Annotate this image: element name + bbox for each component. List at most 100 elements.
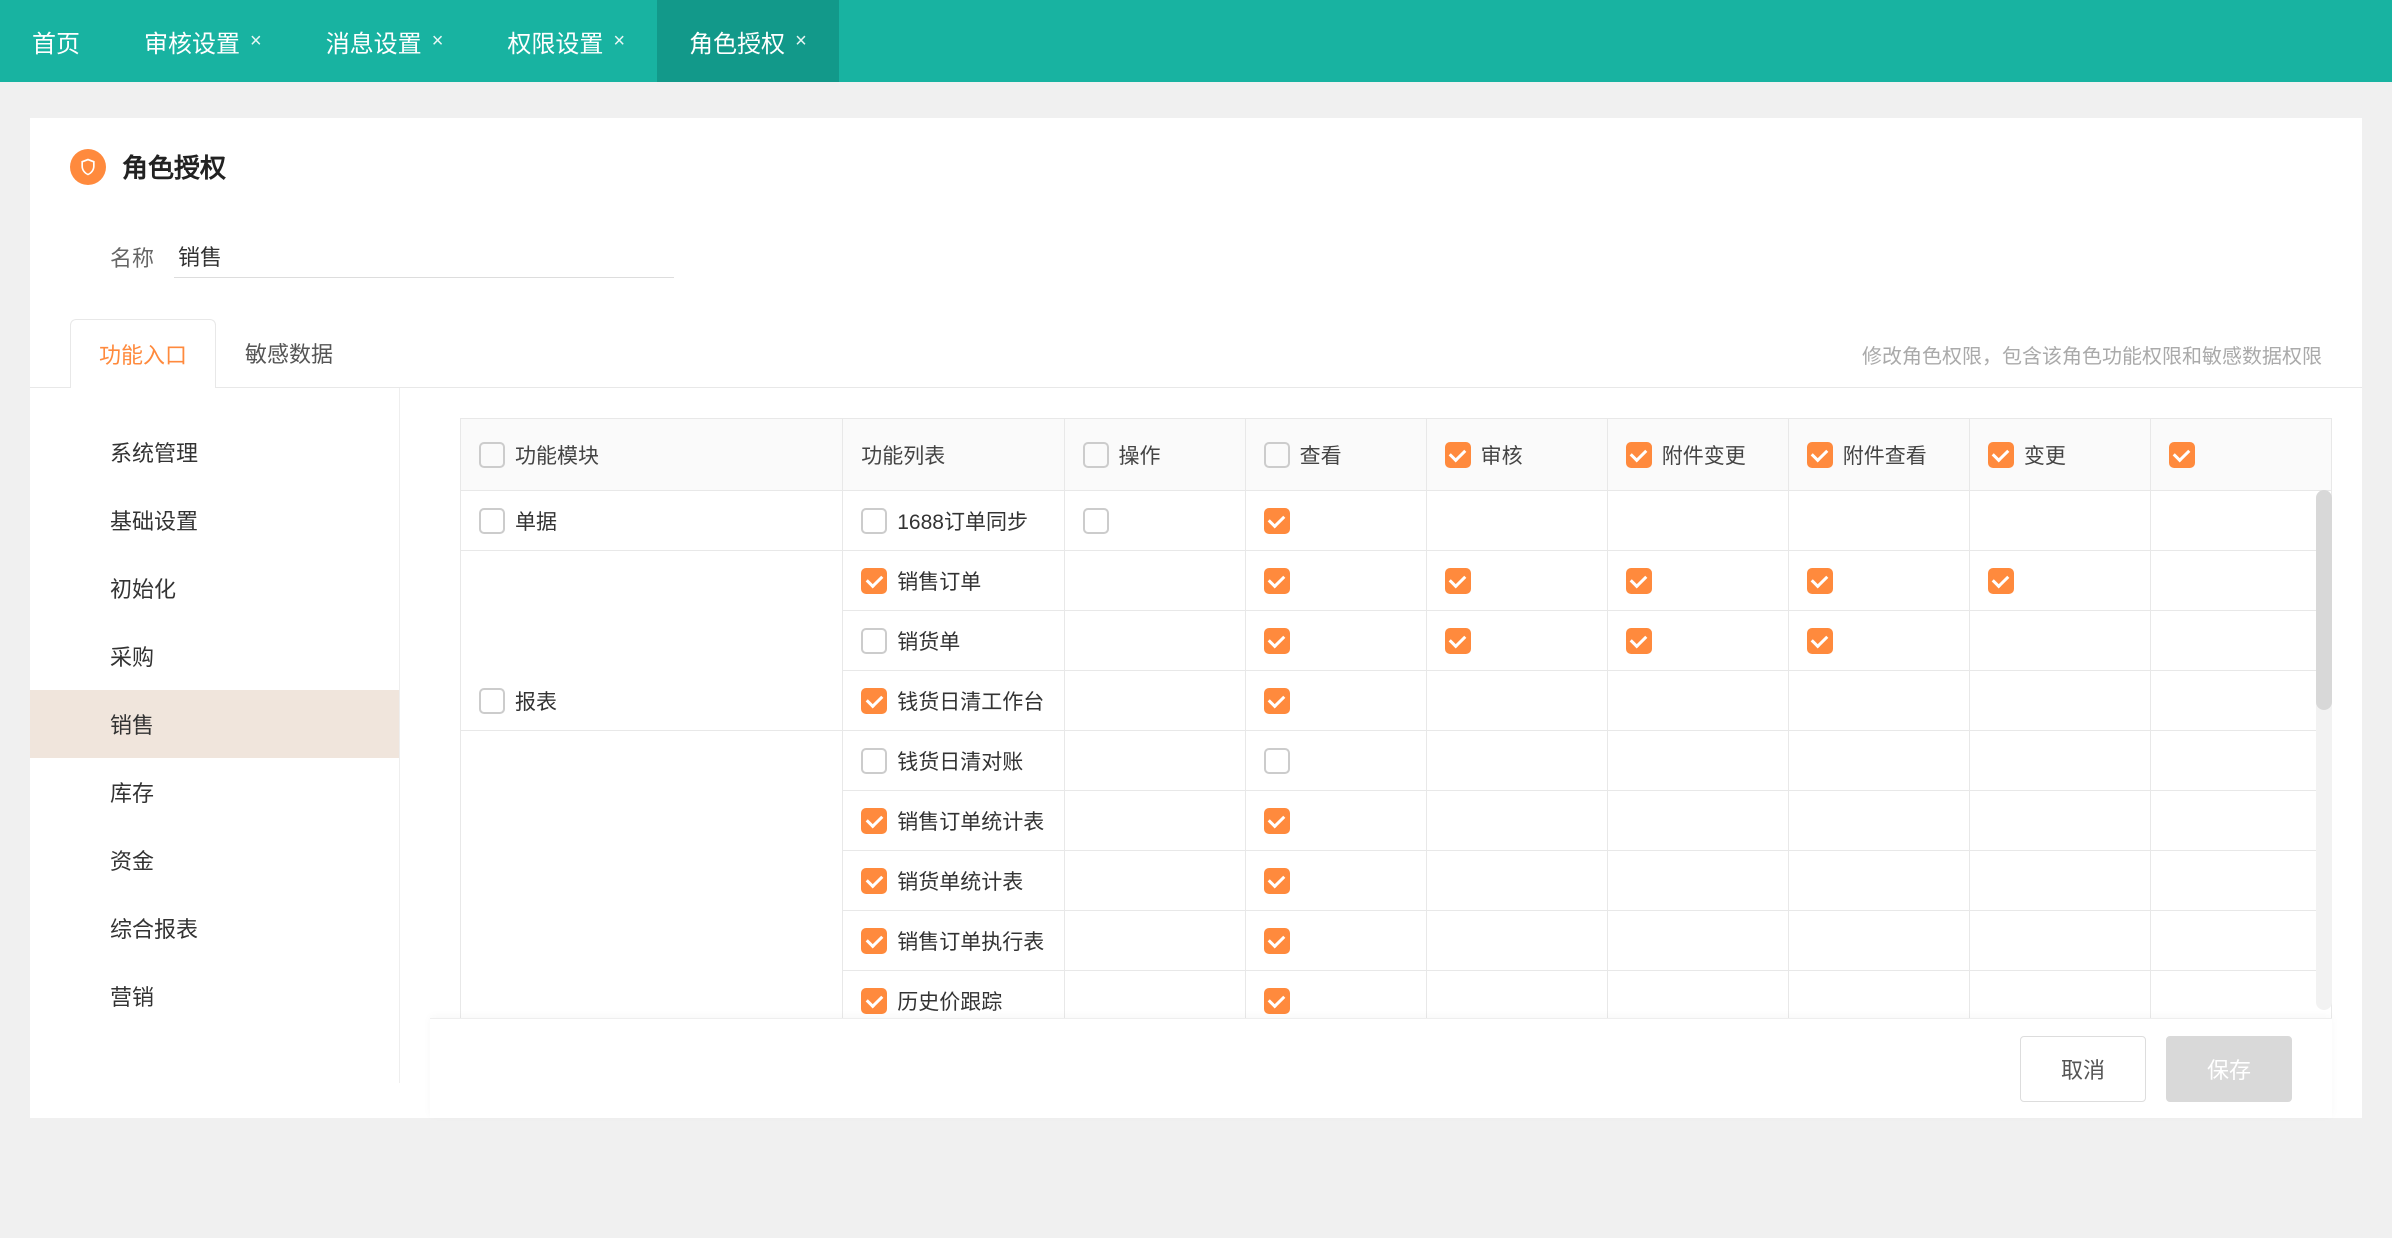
function-label: 钱货日清工作台 (897, 686, 1044, 716)
checkbox[interactable] (861, 688, 887, 714)
hint-text: 修改角色权限，包含该角色功能权限和敏感数据权限 (1862, 340, 2322, 387)
checkbox[interactable] (1264, 988, 1290, 1014)
checkbox[interactable] (1083, 508, 1109, 534)
checkbox[interactable] (1807, 628, 1833, 654)
table-row: 销售订单 (461, 551, 2332, 611)
close-icon[interactable]: × (613, 30, 625, 53)
checkbox[interactable] (861, 748, 887, 774)
top-nav: 首页审核设置×消息设置×权限设置×角色授权× (0, 0, 2392, 82)
sidebar-item[interactable]: 库存 (30, 758, 399, 826)
page-title-row: 角色授权 (30, 148, 2362, 215)
group-label: 报表 (515, 686, 557, 716)
column-label: 附件查看 (1843, 440, 1927, 470)
table-header: 功能列表 (843, 419, 1064, 491)
checkbox[interactable] (1264, 508, 1290, 534)
checkbox[interactable] (1445, 628, 1471, 654)
name-field-row: 名称 (30, 215, 2362, 318)
checkbox[interactable] (1264, 748, 1290, 774)
close-icon[interactable]: × (432, 30, 444, 53)
checkbox[interactable] (1264, 928, 1290, 954)
permission-table: 功能模块 功能列表 操作 查看 审核 附件变更 附件查看 变更 单据1688订单同步销售订单销… (460, 418, 2332, 1053)
table-header: 附件变更 (1607, 419, 1788, 491)
sidebar-item[interactable]: 系统管理 (30, 418, 399, 486)
checkbox[interactable] (1988, 568, 2014, 594)
table-header: 变更 (1969, 419, 2150, 491)
table-header: 审核 (1426, 419, 1607, 491)
checkbox[interactable] (861, 868, 887, 894)
checkbox[interactable] (861, 628, 887, 654)
function-label: 销货单 (897, 626, 960, 656)
checkbox[interactable] (1083, 442, 1109, 468)
module-sidebar: 系统管理基础设置初始化采购销售库存资金综合报表营销 (30, 388, 400, 1083)
checkbox[interactable] (479, 688, 505, 714)
checkbox[interactable] (1445, 568, 1471, 594)
table-row: 单据1688订单同步 (461, 491, 2332, 551)
table-header: 操作 (1064, 419, 1245, 491)
vertical-scrollbar[interactable] (2316, 490, 2332, 1010)
checkbox[interactable] (1445, 442, 1471, 468)
checkbox[interactable] (1264, 568, 1290, 594)
checkbox[interactable] (1264, 442, 1290, 468)
table-row: 销货单统计表 (461, 851, 2332, 911)
name-input[interactable] (174, 235, 674, 278)
checkbox[interactable] (861, 508, 887, 534)
checkbox[interactable] (1264, 688, 1290, 714)
checkbox[interactable] (861, 928, 887, 954)
function-label: 销售订单执行表 (897, 926, 1044, 956)
column-label: 功能列表 (861, 440, 945, 470)
table-row: 销售订单统计表 (461, 791, 2332, 851)
table-header: 附件查看 (1788, 419, 1969, 491)
group-label: 单据 (515, 506, 557, 536)
checkbox[interactable] (1626, 568, 1652, 594)
checkbox[interactable] (479, 508, 505, 534)
close-icon[interactable]: × (250, 30, 262, 53)
subtab-row: 功能入口敏感数据 修改角色权限，包含该角色功能权限和敏感数据权限 (30, 318, 2362, 388)
sidebar-item[interactable]: 销售 (30, 690, 399, 758)
sidebar-item[interactable]: 营销 (30, 962, 399, 1030)
save-button[interactable]: 保存 (2166, 1036, 2292, 1102)
nav-tab[interactable]: 消息设置× (294, 0, 476, 82)
close-icon[interactable]: × (795, 30, 807, 53)
tab-label: 权限设置 (507, 24, 603, 59)
checkbox[interactable] (1988, 442, 2014, 468)
tab-label: 首页 (32, 24, 80, 59)
checkbox[interactable] (861, 988, 887, 1014)
checkbox[interactable] (1807, 568, 1833, 594)
checkbox[interactable] (861, 568, 887, 594)
sidebar-item[interactable]: 采购 (30, 622, 399, 690)
name-label: 名称 (110, 241, 154, 273)
column-label: 审核 (1481, 440, 1523, 470)
checkbox[interactable] (1626, 442, 1652, 468)
checkbox[interactable] (2169, 442, 2195, 468)
nav-tab[interactable]: 权限设置 × (475, 0, 657, 82)
nav-tab[interactable]: 审核设置 × (112, 0, 294, 82)
tab-label: 角色授权 (689, 24, 785, 59)
checkbox[interactable] (1264, 808, 1290, 834)
function-label: 历史价跟踪 (897, 986, 1002, 1016)
sidebar-item[interactable]: 基础设置 (30, 486, 399, 554)
nav-tab[interactable]: 首页 (0, 0, 112, 82)
subtab[interactable]: 敏感数据 (216, 318, 362, 387)
sidebar-item[interactable]: 初始化 (30, 554, 399, 622)
function-label: 钱货日清对账 (897, 746, 1023, 776)
checkbox[interactable] (1264, 628, 1290, 654)
checkbox[interactable] (861, 808, 887, 834)
sidebar-item[interactable]: 综合报表 (30, 894, 399, 962)
table-header: 查看 (1245, 419, 1426, 491)
tab-label: 审核设置 (144, 24, 240, 59)
checkbox[interactable] (479, 442, 505, 468)
column-label: 查看 (1300, 440, 1342, 470)
sidebar-item[interactable]: 资金 (30, 826, 399, 894)
content-area: 系统管理基础设置初始化采购销售库存资金综合报表营销 功能模块 功能列表 操作 查看 审核… (30, 388, 2362, 1083)
permission-table-wrap: 功能模块 功能列表 操作 查看 审核 附件变更 附件查看 变更 单据1688订单同步销售订单销… (400, 388, 2362, 1083)
checkbox[interactable] (1807, 442, 1833, 468)
nav-tab[interactable]: 角色授权 × (657, 0, 839, 82)
column-label: 功能模块 (515, 440, 599, 470)
scrollbar-thumb[interactable] (2316, 490, 2332, 710)
function-label: 销售订单统计表 (897, 806, 1044, 836)
subtab[interactable]: 功能入口 (70, 319, 216, 388)
checkbox[interactable] (1626, 628, 1652, 654)
cancel-button[interactable]: 取消 (2020, 1036, 2146, 1102)
footer-bar: 取消 保存 (430, 1018, 2332, 1118)
checkbox[interactable] (1264, 868, 1290, 894)
